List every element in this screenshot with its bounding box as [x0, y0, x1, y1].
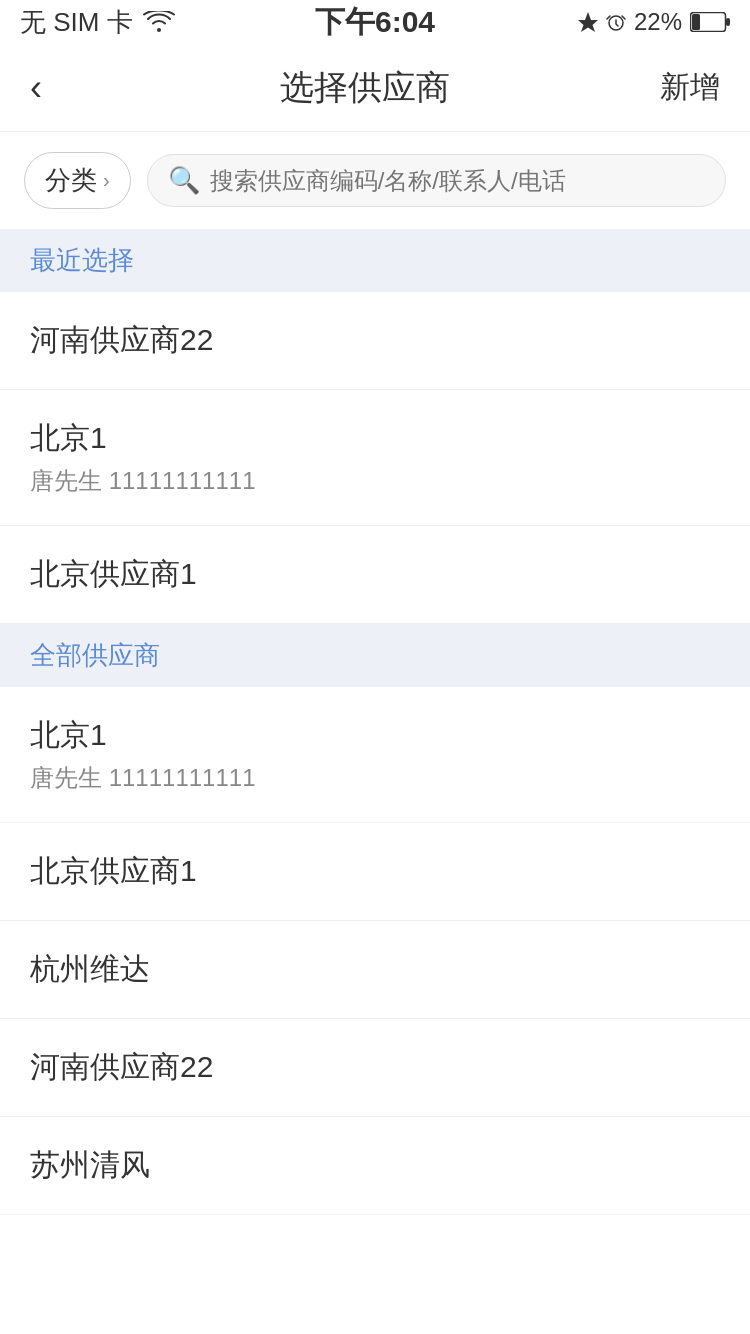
battery-icon — [690, 12, 730, 32]
list-item[interactable]: 北京1 唐先生 11111111111 — [0, 687, 750, 823]
list-item[interactable]: 苏州清风 — [0, 1117, 750, 1215]
list-item-name: 河南供应商22 — [30, 1047, 720, 1088]
category-button[interactable]: 分类 › — [24, 152, 131, 209]
chevron-right-icon: › — [103, 169, 110, 192]
list-item-name: 北京1 — [30, 715, 720, 756]
list-item[interactable]: 北京供应商1 — [0, 823, 750, 921]
list-item[interactable]: 北京1 唐先生 11111111111 — [0, 390, 750, 526]
status-time: 下午6:04 — [315, 2, 435, 43]
list-item-name: 北京供应商1 — [30, 554, 720, 595]
new-button[interactable]: 新增 — [640, 67, 720, 108]
section-header-all: 全部供应商 — [0, 624, 750, 687]
svg-rect-2 — [692, 14, 700, 30]
status-left: 无 SIM 卡 — [20, 5, 175, 40]
sections-container: 最近选择河南供应商22 北京1 唐先生 11111111111 北京供应商1 全部供应商… — [0, 229, 750, 1215]
alarm-icon — [606, 12, 626, 32]
list-item[interactable]: 北京供应商1 — [0, 526, 750, 624]
search-input[interactable] — [210, 167, 705, 195]
status-bar: 无 SIM 卡 下午6:04 22% — [0, 0, 750, 44]
search-icon: 🔍 — [168, 165, 200, 196]
list-item[interactable]: 杭州维达 — [0, 921, 750, 1019]
list-item-sub: 唐先生 11111111111 — [30, 762, 720, 794]
category-label: 分类 — [45, 163, 97, 198]
page-title: 选择供应商 — [280, 65, 450, 111]
search-box[interactable]: 🔍 — [147, 154, 726, 207]
back-button[interactable]: ‹ — [30, 67, 90, 109]
battery-percent: 22% — [634, 8, 682, 36]
list-item-name: 北京1 — [30, 418, 720, 459]
list-item-name: 苏州清风 — [30, 1145, 720, 1186]
location-icon — [578, 12, 598, 32]
list-item[interactable]: 河南供应商22 — [0, 292, 750, 390]
list-item-name: 杭州维达 — [30, 949, 720, 990]
list-item[interactable]: 河南供应商22 — [0, 1019, 750, 1117]
wifi-icon — [143, 11, 175, 33]
status-right: 22% — [578, 8, 730, 36]
filter-row: 分类 › 🔍 — [0, 132, 750, 229]
section-header-recent: 最近选择 — [0, 229, 750, 292]
sim-status: 无 SIM 卡 — [20, 5, 133, 40]
list-item-name: 河南供应商22 — [30, 320, 720, 361]
list-item-sub: 唐先生 11111111111 — [30, 465, 720, 497]
list-item-name: 北京供应商1 — [30, 851, 720, 892]
svg-rect-3 — [726, 18, 730, 26]
nav-bar: ‹ 选择供应商 新增 — [0, 44, 750, 132]
